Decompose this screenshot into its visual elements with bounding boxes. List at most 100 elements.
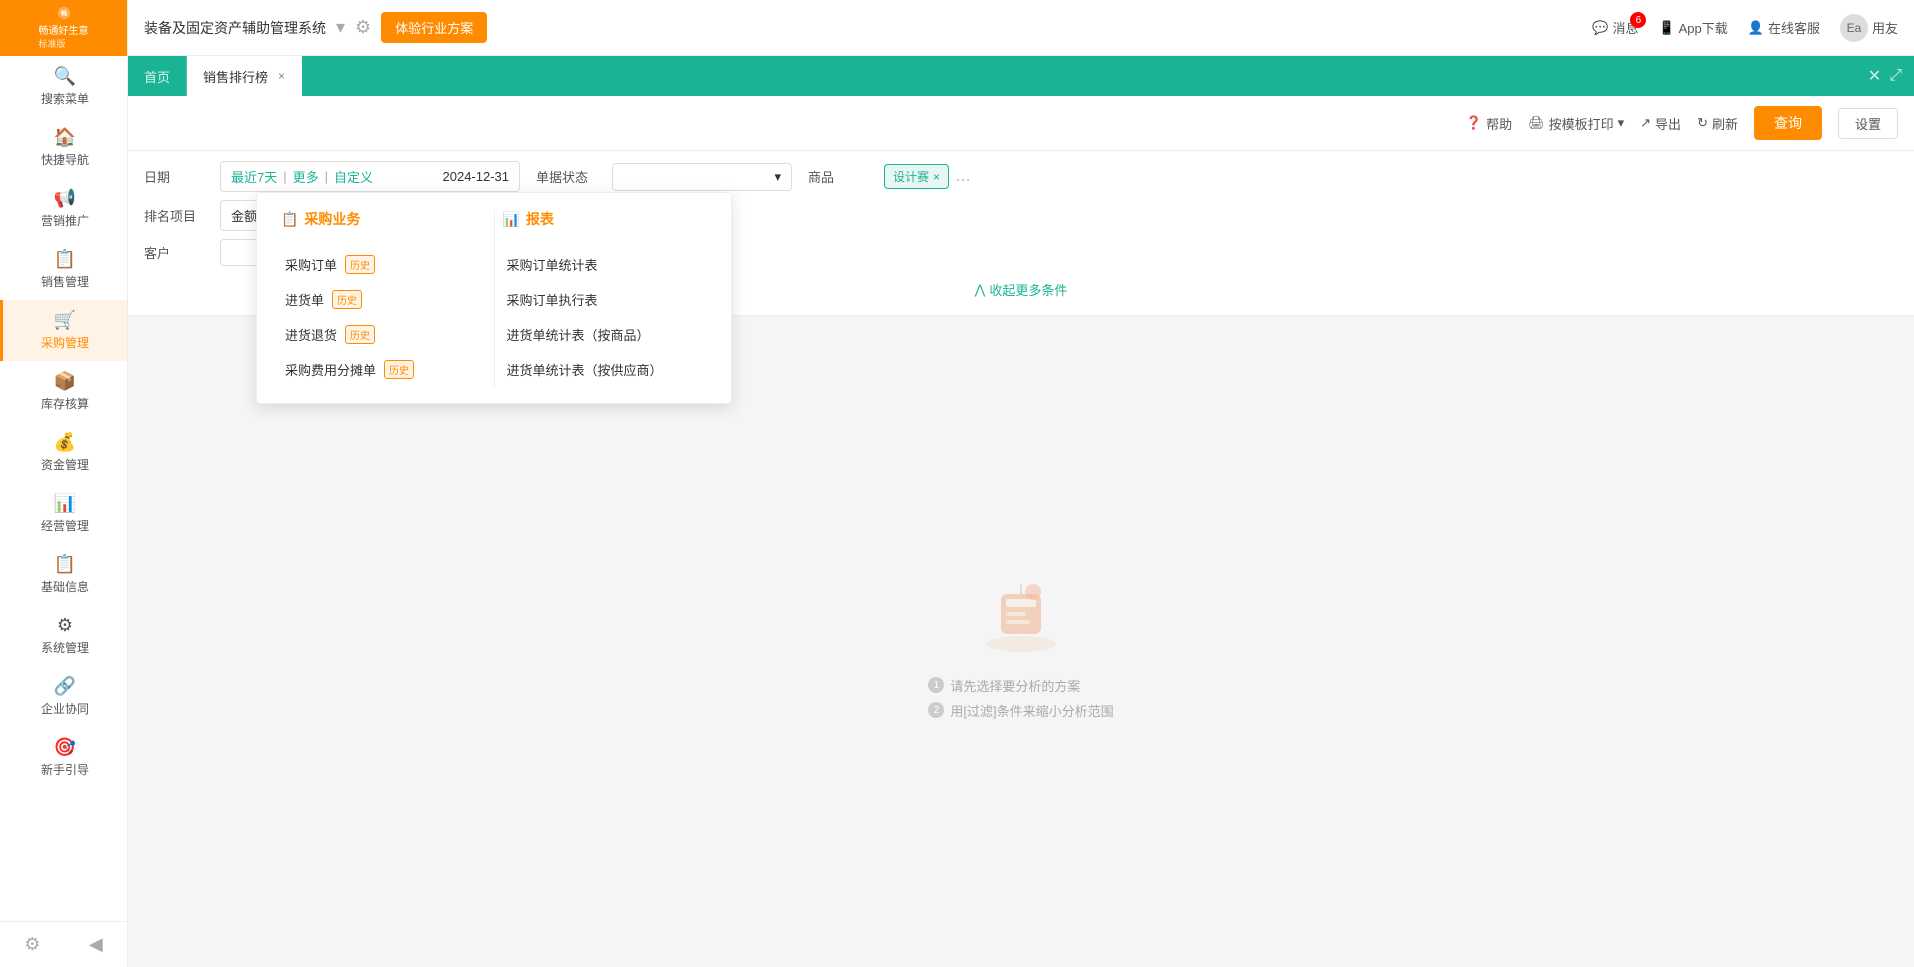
refresh-label: 刷新 bbox=[1712, 114, 1738, 133]
purchase-order-history-badge[interactable]: 历史 bbox=[345, 255, 375, 274]
online-service-button[interactable]: 👤 在线客服 bbox=[1748, 18, 1820, 37]
sidebar-collapse-button[interactable]: ◀ bbox=[89, 934, 103, 955]
empty-tip-1: 1 请先选择要分析的方案 bbox=[928, 676, 1113, 695]
filter-row-1: 日期 最近7天 | 更多 | 自定义 2024-12-31 单据状态 ▾ 商品 bbox=[144, 161, 1898, 192]
product-tag-close[interactable]: × bbox=[933, 170, 940, 184]
query-button[interactable]: 查询 bbox=[1754, 106, 1822, 140]
sidebar-bottom: ⚙ ◀ bbox=[0, 921, 127, 967]
status-filter-select[interactable]: ▾ bbox=[612, 163, 792, 191]
header-right: 💬 消息 6 📱 App下载 👤 在线客服 Ea 用友 bbox=[1592, 14, 1898, 42]
inventory-icon: 📦 bbox=[54, 371, 76, 392]
svg-text:畅: 畅 bbox=[60, 10, 66, 18]
purchase-order-exec-label: 采购订单执行表 bbox=[507, 290, 598, 309]
sidebar-item-label: 基础信息 bbox=[41, 578, 89, 595]
stock-return-history-badge[interactable]: 历史 bbox=[345, 325, 375, 344]
settings-button[interactable]: 设置 bbox=[1838, 108, 1898, 139]
sidebar-item-guide[interactable]: 🎯 新手引导 bbox=[0, 727, 127, 788]
download-icon: 📱 bbox=[1658, 20, 1674, 36]
export-button[interactable]: ↗ 导出 bbox=[1640, 114, 1681, 133]
customer-filter-label: 客户 bbox=[144, 243, 204, 262]
logo-label: 畅通好生意 标准版 bbox=[39, 22, 89, 50]
status-filter-label: 单据状态 bbox=[536, 167, 596, 186]
stock-return-label: 进货退货 bbox=[285, 325, 337, 344]
sales-icon: 📋 bbox=[54, 249, 76, 270]
dropdown-item-stock-stats-product[interactable]: 进货单统计表（按商品） bbox=[503, 317, 708, 352]
print-chevron-icon: ▾ bbox=[1618, 115, 1625, 131]
messages-button[interactable]: 💬 消息 6 bbox=[1592, 18, 1638, 37]
dropdown-item-stock-in[interactable]: 进货单 历史 bbox=[281, 282, 486, 317]
sidebar-item-purchase[interactable]: 🛒 采购管理 bbox=[0, 300, 127, 361]
tab-home[interactable]: 首页 bbox=[128, 56, 187, 96]
stock-in-history-badge[interactable]: 历史 bbox=[332, 290, 362, 309]
reports-col-icon: 📊 bbox=[503, 211, 520, 228]
sidebar-item-marketing[interactable]: 📢 营销推广 bbox=[0, 178, 127, 239]
dropdown-item-purchase-order-exec[interactable]: 采购订单执行表 bbox=[503, 282, 708, 317]
app-download-button[interactable]: 📱 App下载 bbox=[1658, 18, 1727, 37]
system-title: 装备及固定资产辅助管理系统 bbox=[144, 18, 326, 38]
sidebar-item-basic-info[interactable]: 📋 基础信息 bbox=[0, 544, 127, 605]
dropdown-item-stock-return[interactable]: 进货退货 历史 bbox=[281, 317, 486, 352]
sidebar-item-label: 企业协同 bbox=[41, 700, 89, 717]
header-dropdown-button[interactable]: ▾ bbox=[336, 17, 345, 38]
empty-state: 1 请先选择要分析的方案 2 用[过滤]条件来缩小分析范围 bbox=[128, 316, 1914, 967]
sidebar-item-label: 营销推广 bbox=[41, 212, 89, 229]
sidebar: 畅 畅通好生意 标准版 🔍 搜索菜单 🏠 快捷导航 📢 营销推广 📋 销售管理 … bbox=[0, 0, 128, 967]
enterprise-icon: 🔗 bbox=[54, 676, 76, 697]
tab-close-button[interactable]: × bbox=[278, 69, 285, 83]
industry-button[interactable]: 体验行业方案 bbox=[381, 12, 487, 43]
purchase-col-icon: 📋 bbox=[281, 211, 298, 228]
sidebar-item-search[interactable]: 🔍 搜索菜单 bbox=[0, 56, 127, 117]
user-menu-button[interactable]: Ea 用友 bbox=[1840, 14, 1898, 42]
export-label: 导出 bbox=[1655, 114, 1681, 133]
dropdown-item-purchase-expense[interactable]: 采购费用分摊单 历史 bbox=[281, 352, 486, 387]
header: 装备及固定资产辅助管理系统 ▾ ⚙ 体验行业方案 💬 消息 6 📱 App下载 … bbox=[128, 0, 1914, 56]
guide-icon: 🎯 bbox=[54, 737, 76, 758]
search-icon: 🔍 bbox=[54, 66, 76, 87]
dropdown-col-purchase-title: 📋 采购业务 bbox=[281, 209, 486, 235]
purchase-expense-history-badge[interactable]: 历史 bbox=[384, 360, 414, 379]
stock-in-label: 进货单 bbox=[285, 290, 324, 309]
service-icon: 👤 bbox=[1748, 20, 1764, 36]
refresh-button[interactable]: ↻ 刷新 bbox=[1697, 114, 1738, 133]
sidebar-settings-button[interactable]: ⚙ bbox=[24, 934, 40, 955]
dropdown-item-purchase-order[interactable]: 采购订单 历史 bbox=[281, 247, 486, 282]
sidebar-item-quick-nav[interactable]: 🏠 快捷导航 bbox=[0, 117, 127, 178]
sidebar-item-label: 系统管理 bbox=[41, 639, 89, 656]
collapse-up-icon: ⋀ bbox=[975, 282, 986, 298]
sidebar-item-inventory[interactable]: 📦 库存核算 bbox=[0, 361, 127, 422]
dropdown-col-purchase: 📋 采购业务 采购订单 历史 进货单 历史 进货退货 历史 采购费用分摊单 bbox=[273, 209, 495, 387]
stock-stats-product-label: 进货单统计表（按商品） bbox=[507, 325, 650, 344]
print-button[interactable]: 🖨 按模板打印 ▾ bbox=[1528, 114, 1624, 133]
date-filter-input[interactable]: 最近7天 | 更多 | 自定义 2024-12-31 bbox=[220, 161, 520, 192]
sidebar-item-finance[interactable]: 💰 资金管理 bbox=[0, 422, 127, 483]
print-label: 按模板打印 bbox=[1549, 114, 1614, 133]
system-icon: ⚙ bbox=[57, 615, 73, 636]
sidebar-item-operations[interactable]: 📊 经营管理 bbox=[0, 483, 127, 544]
header-settings-button[interactable]: ⚙ bbox=[355, 17, 371, 38]
tab-close-all-button[interactable]: ✕ bbox=[1868, 66, 1881, 86]
tab-maximize-button[interactable]: ⤢ bbox=[1889, 67, 1902, 85]
main-area: 装备及固定资产辅助管理系统 ▾ ⚙ 体验行业方案 💬 消息 6 📱 App下载 … bbox=[128, 0, 1914, 967]
app-download-label: App下载 bbox=[1679, 18, 1728, 37]
date-filter-label: 日期 bbox=[144, 167, 204, 186]
tab-sales-ranking-label: 销售排行榜 bbox=[203, 67, 268, 86]
sidebar-item-system[interactable]: ⚙ 系统管理 bbox=[0, 605, 127, 666]
sidebar-logo: 畅 畅通好生意 标准版 bbox=[0, 0, 127, 56]
tab-sales-ranking[interactable]: 销售排行榜 × bbox=[187, 56, 302, 96]
refresh-icon: ↻ bbox=[1697, 115, 1708, 131]
sidebar-item-label: 经营管理 bbox=[41, 517, 89, 534]
user-avatar: Ea bbox=[1840, 14, 1868, 42]
sidebar-item-label: 销售管理 bbox=[41, 273, 89, 290]
collapse-button[interactable]: ⋀ 收起更多条件 bbox=[975, 274, 1068, 305]
message-badge: 6 bbox=[1630, 12, 1646, 28]
sidebar-item-label: 库存核算 bbox=[41, 395, 89, 412]
sidebar-item-enterprise[interactable]: 🔗 企业协同 bbox=[0, 666, 127, 727]
help-button[interactable]: ❓ 帮助 bbox=[1466, 114, 1512, 133]
tab-home-label: 首页 bbox=[144, 67, 170, 86]
dropdown-item-purchase-order-stats[interactable]: 采购订单统计表 bbox=[503, 247, 708, 282]
collapse-label: 收起更多条件 bbox=[989, 280, 1067, 299]
product-filter-more[interactable]: … bbox=[955, 168, 971, 186]
dropdown-item-stock-stats-supplier[interactable]: 进货单统计表（按供应商） bbox=[503, 352, 708, 387]
sidebar-item-sales[interactable]: 📋 销售管理 bbox=[0, 239, 127, 300]
purchase-order-stats-label: 采购订单统计表 bbox=[507, 255, 598, 274]
